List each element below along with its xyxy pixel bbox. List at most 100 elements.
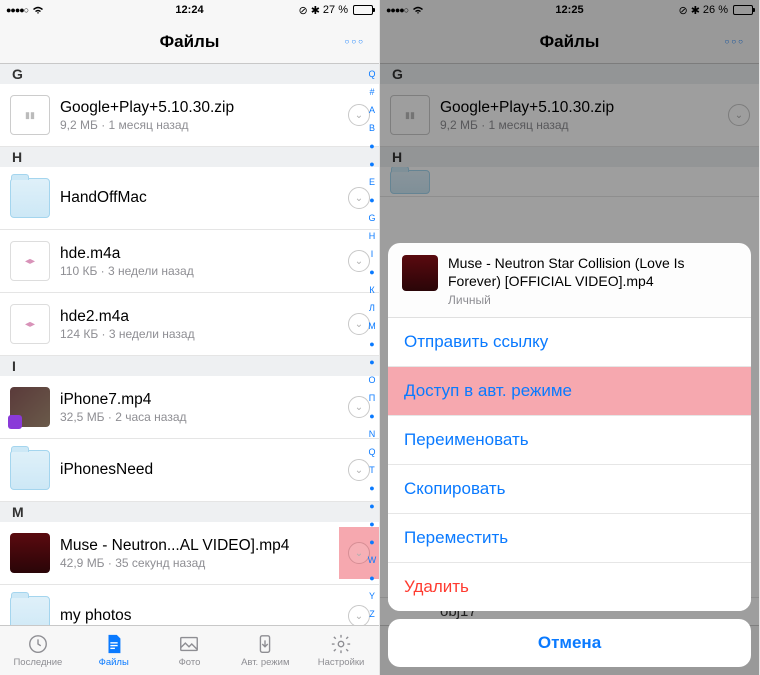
clock-icon [26, 633, 50, 655]
sheet-item-share-link[interactable]: Отправить ссылку [388, 318, 751, 366]
tab-settings[interactable]: Настройки [303, 626, 379, 675]
folder-row[interactable]: iPhonesNeed ⌄ [0, 439, 379, 502]
index-letter[interactable]: G [366, 214, 378, 223]
file-meta: 9,2 МБ · 1 месяц назад [60, 118, 339, 132]
index-letter[interactable]: ● [366, 574, 378, 583]
rotation-lock-icon: ⊘ [298, 4, 307, 17]
folder-row[interactable]: my photos ⌄ [0, 585, 379, 625]
audio-icon: ◂▸ [10, 304, 50, 344]
index-letter[interactable]: I [366, 250, 378, 259]
file-meta: 42,9 МБ · 35 секунд назад [60, 556, 339, 570]
action-sheet-card: Muse - Neutron Star Collision (Love Is F… [388, 243, 751, 611]
index-letter[interactable]: A [366, 106, 378, 115]
section-header: I [0, 356, 379, 376]
index-letter[interactable]: ● [366, 358, 378, 367]
sheet-file-sub: Личный [448, 293, 737, 307]
index-letter[interactable]: H [366, 232, 378, 241]
sheet-file-title: Muse - Neutron Star Collision (Love Is F… [448, 255, 737, 290]
index-letter[interactable]: П [366, 394, 378, 403]
index-letter[interactable]: ● [366, 520, 378, 529]
screen-action-sheet: ●●●●○ 12:25 ⊘ ✱ 26 % Файлы ○○○ G ▮▮ Goog… [380, 0, 760, 675]
signal-dots-icon: ●●●●○ [6, 5, 28, 15]
tab-files[interactable]: Файлы [76, 626, 152, 675]
tab-offline[interactable]: Авт. режим [227, 626, 303, 675]
tab-label: Последние [13, 657, 62, 668]
audio-icon: ◂▸ [10, 241, 50, 281]
index-letter[interactable]: E [366, 178, 378, 187]
video-thumbnail-icon [402, 255, 438, 291]
folder-icon [10, 596, 50, 625]
index-letter[interactable]: O [366, 376, 378, 385]
file-name: iPhonesNeed [60, 461, 339, 479]
index-letter[interactable]: ● [366, 412, 378, 421]
index-letter[interactable]: Q [366, 70, 378, 79]
index-letter[interactable]: N [366, 430, 378, 439]
section-header: M [0, 502, 379, 522]
tab-recent[interactable]: Последние [0, 626, 76, 675]
tab-photo[interactable]: Фото [152, 626, 228, 675]
status-bar: ●●●●○ 12:24 ⊘ ✱ 27 % [0, 0, 379, 20]
sheet-item-delete[interactable]: Удалить [388, 562, 751, 611]
photo-icon [177, 633, 201, 655]
tab-label: Файлы [99, 657, 129, 668]
index-letter[interactable]: ● [366, 538, 378, 547]
sheet-item-rename[interactable]: Переименовать [388, 415, 751, 464]
file-meta: 32,5 МБ · 2 часа назад [60, 410, 339, 424]
file-name: Muse - Neutron...AL VIDEO].mp4 [60, 537, 339, 555]
video-thumbnail-icon [10, 387, 50, 427]
index-letter[interactable]: ● [366, 142, 378, 151]
battery-icon [351, 5, 373, 15]
wifi-icon [32, 5, 44, 15]
index-letter[interactable]: Y [366, 592, 378, 601]
file-row[interactable]: ◂▸ hde.m4a 110 КБ · 3 недели назад ⌄ [0, 230, 379, 293]
section-header: G [0, 64, 379, 84]
file-row[interactable]: Muse - Neutron...AL VIDEO].mp4 42,9 МБ ·… [0, 522, 379, 585]
more-menu-button[interactable]: ○○○ [345, 37, 366, 46]
index-letter[interactable]: M [366, 322, 378, 331]
tab-label: Настройки [318, 657, 365, 668]
offline-icon [253, 633, 277, 655]
section-index[interactable]: Q#AB●●E●GHI●КЛM●●OП●NQТ●●●●W●YZ [366, 68, 378, 621]
file-row[interactable]: iPhone7.mp4 32,5 МБ · 2 часа назад ⌄ [0, 376, 379, 439]
file-name: hde.m4a [60, 245, 339, 263]
index-letter[interactable]: ● [366, 196, 378, 205]
folder-row[interactable]: HandOffMac ⌄ [0, 167, 379, 230]
sheet-item-move[interactable]: Переместить [388, 513, 751, 562]
index-letter[interactable]: ● [366, 268, 378, 277]
index-letter[interactable]: ● [366, 340, 378, 349]
tab-bar: Последние Файлы Фото Авт. режим Настройк… [0, 625, 379, 675]
battery-percent: 27 % [323, 4, 348, 16]
sheet-header: Muse - Neutron Star Collision (Love Is F… [388, 243, 751, 318]
index-letter[interactable]: # [366, 88, 378, 97]
file-row[interactable]: ▮▮ Google+Play+5.10.30.zip 9,2 МБ · 1 ме… [0, 84, 379, 147]
screen-files-list: ●●●●○ 12:24 ⊘ ✱ 27 % Файлы ○○○ G ▮▮ Goog… [0, 0, 380, 675]
index-letter[interactable]: Т [366, 466, 378, 475]
index-letter[interactable]: ● [366, 484, 378, 493]
index-letter[interactable]: Z [366, 610, 378, 619]
index-letter[interactable]: Л [366, 304, 378, 313]
index-letter[interactable]: К [366, 286, 378, 295]
file-name: hde2.m4a [60, 308, 339, 326]
file-name: my photos [60, 607, 339, 625]
status-time: 12:24 [175, 4, 203, 16]
section-header: H [0, 147, 379, 167]
sheet-cancel-button[interactable]: Отмена [388, 619, 751, 667]
index-letter[interactable]: ● [366, 502, 378, 511]
file-row[interactable]: ◂▸ hde2.m4a 124 КБ · 3 недели назад ⌄ [0, 293, 379, 356]
sheet-item-offline-access[interactable]: Доступ в авт. режиме [388, 366, 751, 415]
index-letter[interactable]: B [366, 124, 378, 133]
app-badge-icon [8, 415, 22, 429]
index-letter[interactable]: ● [366, 160, 378, 169]
index-letter[interactable]: Q [366, 448, 378, 457]
file-list[interactable]: G ▮▮ Google+Play+5.10.30.zip 9,2 МБ · 1 … [0, 64, 379, 625]
file-name: HandOffMac [60, 189, 339, 207]
file-name: Google+Play+5.10.30.zip [60, 99, 339, 117]
file-meta: 110 КБ · 3 недели назад [60, 264, 339, 278]
gear-icon [329, 633, 353, 655]
sheet-item-copy[interactable]: Скопировать [388, 464, 751, 513]
zip-icon: ▮▮ [10, 95, 50, 135]
index-letter[interactable]: W [366, 556, 378, 565]
folder-icon [10, 450, 50, 490]
bluetooth-icon: ✱ [311, 4, 320, 17]
page-title: Файлы [160, 32, 220, 52]
